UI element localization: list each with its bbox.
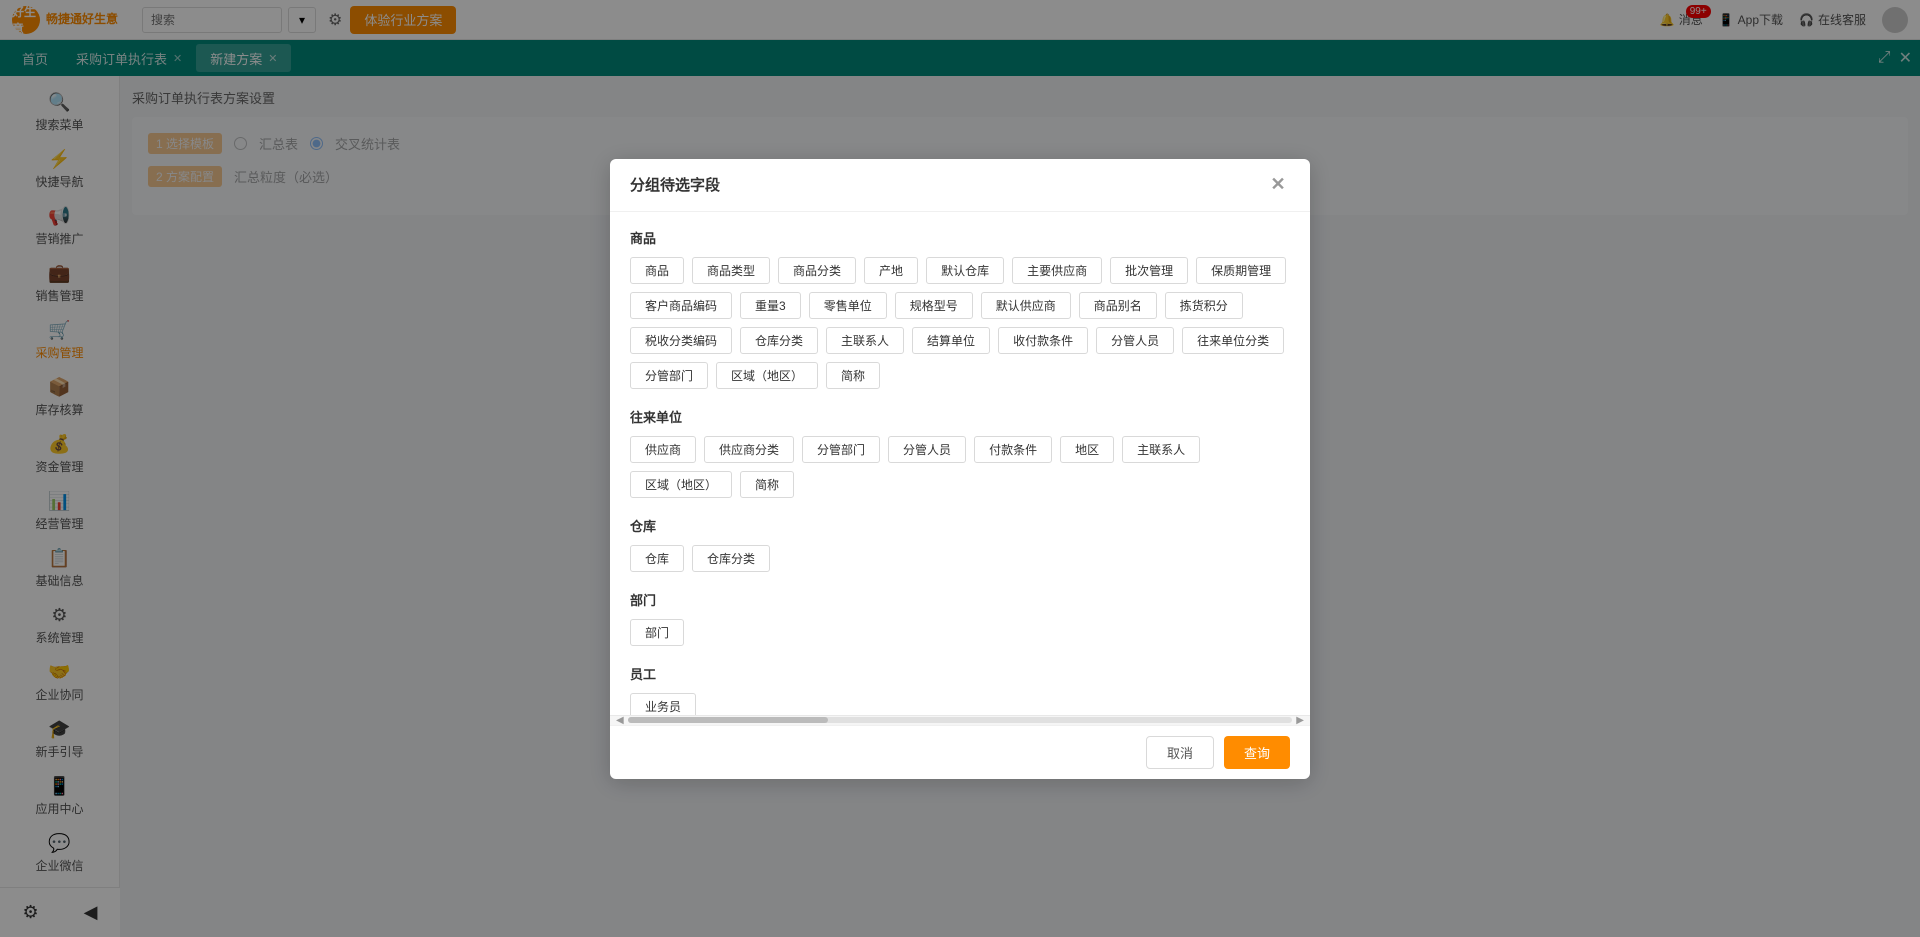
- field-section-title-1: 往来单位: [630, 407, 1290, 426]
- field-tag-0-1[interactable]: 商品类型: [692, 257, 770, 284]
- field-section-title-4: 员工: [630, 664, 1290, 683]
- field-tag-0-21[interactable]: 往来单位分类: [1182, 327, 1284, 354]
- field-tag-4-0[interactable]: 业务员: [630, 693, 696, 715]
- field-section-4: 员工业务员: [630, 664, 1290, 715]
- field-tags-2: 仓库仓库分类: [630, 545, 1290, 572]
- field-tag-2-0[interactable]: 仓库: [630, 545, 684, 572]
- field-tag-0-18[interactable]: 结算单位: [912, 327, 990, 354]
- field-tag-0-12[interactable]: 默认供应商: [981, 292, 1071, 319]
- field-tag-1-0[interactable]: 供应商: [630, 436, 696, 463]
- field-tag-0-20[interactable]: 分管人员: [1096, 327, 1174, 354]
- scrollbar-track: [628, 717, 1293, 723]
- field-tag-1-2[interactable]: 分管部门: [802, 436, 880, 463]
- field-tag-1-3[interactable]: 分管人员: [888, 436, 966, 463]
- field-tag-1-7[interactable]: 区域（地区）: [630, 471, 732, 498]
- field-tag-0-2[interactable]: 商品分类: [778, 257, 856, 284]
- field-tag-0-19[interactable]: 收付款条件: [998, 327, 1088, 354]
- field-tags-3: 部门: [630, 619, 1290, 646]
- field-tag-2-1[interactable]: 仓库分类: [692, 545, 770, 572]
- field-tag-1-1[interactable]: 供应商分类: [704, 436, 794, 463]
- field-tags-1: 供应商供应商分类分管部门分管人员付款条件地区主联系人区域（地区） 简称: [630, 436, 1290, 498]
- field-tag-3-0[interactable]: 部门: [630, 619, 684, 646]
- modal-scrollbar: ◀ ▶: [610, 715, 1310, 725]
- field-section-title-0: 商品: [630, 228, 1290, 247]
- field-tag-0-17[interactable]: 主联系人: [826, 327, 904, 354]
- field-section-title-2: 仓库: [630, 516, 1290, 535]
- field-section-title-3: 部门: [630, 590, 1290, 609]
- field-tag-1-8[interactable]: 简称: [740, 471, 794, 498]
- modal-footer: 取消 查询: [610, 725, 1310, 779]
- modal-close-button[interactable]: ✕: [1266, 173, 1290, 197]
- field-tag-0-16[interactable]: 仓库分类: [740, 327, 818, 354]
- field-tags-4: 业务员: [630, 693, 1290, 715]
- scrollbar-thumb: [628, 717, 828, 723]
- field-tag-0-14[interactable]: 拣货积分: [1165, 292, 1243, 319]
- field-tag-0-23[interactable]: 区域（地区）: [716, 362, 818, 389]
- field-tag-0-3[interactable]: 产地: [864, 257, 918, 284]
- field-section-1: 往来单位供应商供应商分类分管部门分管人员付款条件地区主联系人区域（地区） 简称: [630, 407, 1290, 498]
- field-tag-1-6[interactable]: 主联系人: [1122, 436, 1200, 463]
- field-tag-0-4[interactable]: 默认仓库: [926, 257, 1004, 284]
- field-tag-0-7[interactable]: 保质期管理: [1196, 257, 1286, 284]
- field-tag-0-11[interactable]: 规格型号: [895, 292, 973, 319]
- field-tag-0-6[interactable]: 批次管理: [1110, 257, 1188, 284]
- field-tag-0-13[interactable]: 商品别名: [1079, 292, 1157, 319]
- field-tag-0-5[interactable]: 主要供应商: [1012, 257, 1102, 284]
- field-section-2: 仓库仓库仓库分类: [630, 516, 1290, 572]
- modal-header: 分组待选字段 ✕: [610, 159, 1310, 212]
- field-section-3: 部门部门: [630, 590, 1290, 646]
- field-tag-1-4[interactable]: 付款条件: [974, 436, 1052, 463]
- field-tag-0-24[interactable]: 简称: [826, 362, 880, 389]
- field-tag-0-15[interactable]: 税收分类编码: [630, 327, 732, 354]
- field-tag-0-8[interactable]: 客户商品编码: [630, 292, 732, 319]
- modal-title: 分组待选字段: [630, 174, 720, 195]
- field-tag-0-10[interactable]: 零售单位: [809, 292, 887, 319]
- confirm-button[interactable]: 查询: [1224, 736, 1290, 769]
- field-tag-0-22[interactable]: 分管部门: [630, 362, 708, 389]
- field-tag-0-0[interactable]: 商品: [630, 257, 684, 284]
- modal-body[interactable]: 商品商品商品类型商品分类产地默认仓库主要供应商批次管理保质期管理客户商品编码重量…: [610, 212, 1310, 715]
- field-tags-0: 商品商品类型商品分类产地默认仓库主要供应商批次管理保质期管理客户商品编码重量3 零…: [630, 257, 1290, 389]
- cancel-button[interactable]: 取消: [1146, 736, 1214, 769]
- modal-dialog: 分组待选字段 ✕ 商品商品商品类型商品分类产地默认仓库主要供应商批次管理保质期管…: [610, 159, 1310, 779]
- field-tag-1-5[interactable]: 地区: [1060, 436, 1114, 463]
- field-tag-0-9[interactable]: 重量3: [740, 292, 801, 319]
- modal-overlay: 分组待选字段 ✕ 商品商品商品类型商品分类产地默认仓库主要供应商批次管理保质期管…: [0, 0, 1920, 937]
- field-section-0: 商品商品商品类型商品分类产地默认仓库主要供应商批次管理保质期管理客户商品编码重量…: [630, 228, 1290, 389]
